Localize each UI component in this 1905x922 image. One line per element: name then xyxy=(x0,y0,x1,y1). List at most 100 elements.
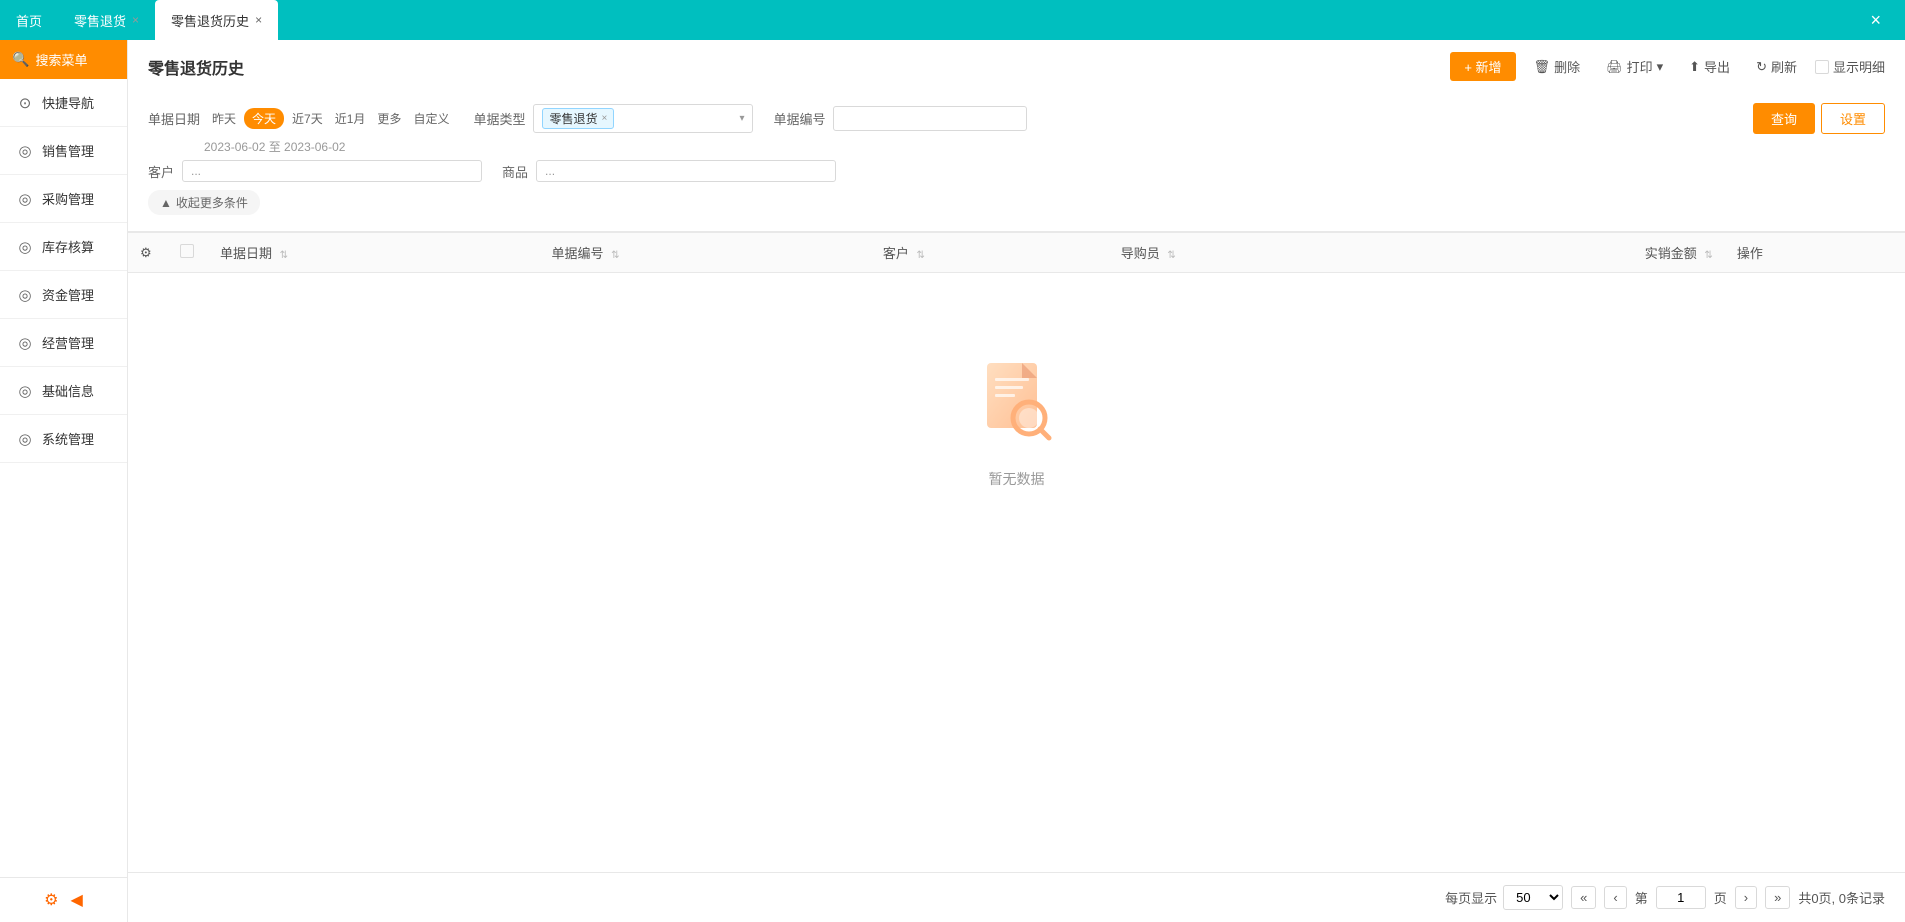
voucher-no-filter: 单据编号 xyxy=(773,106,1027,131)
print-button[interactable]: 🖨 打印 ▾ xyxy=(1598,53,1671,80)
voucher-no-input[interactable] xyxy=(833,106,1027,131)
system-icon: ◎ xyxy=(16,430,34,448)
page-size-selector: 每页显示 50 10 20 100 xyxy=(1445,885,1563,910)
customer-placeholder: ... xyxy=(191,164,201,178)
voucher-no-label: 单据编号 xyxy=(773,109,825,128)
sidebar-bottom: ⚙ ◀ xyxy=(0,877,127,922)
date-filter-label: 单据日期 xyxy=(148,109,200,128)
voucher-type-filter: 单据类型 零售退货 × ▾ xyxy=(473,104,753,133)
th-action: 操作 xyxy=(1725,233,1905,273)
goods-placeholder: ... xyxy=(545,164,555,178)
sidebar-item-label: 库存核算 xyxy=(42,237,94,256)
tab-retail-return[interactable]: 零售退货 × xyxy=(58,0,155,40)
collapse-label: 收起更多条件 xyxy=(176,194,248,211)
th-no: 单据编号 ⇅ xyxy=(539,233,870,273)
sidebar-item-finance[interactable]: ◎ 资金管理 xyxy=(0,271,127,319)
sidebar-item-label: 经营管理 xyxy=(42,333,94,352)
sidebar-item-label: 采购管理 xyxy=(42,189,94,208)
sidebar-item-inventory[interactable]: ◎ 库存核算 xyxy=(0,223,127,271)
tab-retail-return-close[interactable]: × xyxy=(132,13,139,27)
sidebar-item-purchase[interactable]: ◎ 采购管理 xyxy=(0,175,127,223)
sidebar-item-sales[interactable]: ◎ 销售管理 xyxy=(0,127,127,175)
settings-icon[interactable]: ⚙ xyxy=(44,890,58,910)
select-all-checkbox[interactable] xyxy=(180,244,194,258)
sort-date-icon[interactable]: ⇅ xyxy=(280,250,288,261)
date-opt-custom[interactable]: 自定义 xyxy=(409,108,453,129)
tab-home[interactable]: 首页 xyxy=(0,0,58,40)
date-opt-more[interactable]: 更多 xyxy=(373,108,405,129)
page-number-input[interactable] xyxy=(1656,886,1706,909)
sidebar-item-label: 快捷导航 xyxy=(42,93,94,112)
empty-illustration xyxy=(967,353,1067,453)
topbar: 首页 零售退货 × 零售退货历史 × × xyxy=(0,0,1905,40)
date-opt-today[interactable]: 今天 xyxy=(244,108,284,129)
th-guide: 导购员 ⇅ xyxy=(1109,233,1394,273)
display-detail-label: 显示明细 xyxy=(1833,57,1885,76)
next-page-button[interactable]: › xyxy=(1735,886,1757,909)
purchase-icon: ◎ xyxy=(16,190,34,208)
filter-row-2: 客户 ... 商品 ... xyxy=(148,160,1885,182)
sidebar-item-quick-nav[interactable]: ⊙ 快捷导航 xyxy=(0,79,127,127)
window-close-button[interactable]: × xyxy=(1862,6,1889,35)
tab-retail-return-history[interactable]: 零售退货历史 × xyxy=(155,0,278,40)
refresh-button[interactable]: ↻ 刷新 xyxy=(1748,53,1805,80)
export-icon: ⬆ xyxy=(1689,59,1700,75)
date-opt-yesterday[interactable]: 昨天 xyxy=(208,108,240,129)
sidebar-item-system[interactable]: ◎ 系统管理 xyxy=(0,415,127,463)
refresh-icon: ↻ xyxy=(1756,59,1767,75)
sidebar-item-operations[interactable]: ◎ 经营管理 xyxy=(0,319,127,367)
sidebar-search[interactable]: 🔍 搜索菜单 xyxy=(0,40,127,79)
topbar-right: × xyxy=(1862,6,1905,35)
th-checkbox xyxy=(168,233,208,273)
query-button[interactable]: 查询 xyxy=(1753,103,1815,134)
table-area: ⚙ 单据日期 ⇅ 单据编号 ⇅ xyxy=(128,232,1905,872)
voucher-type-tag-close[interactable]: × xyxy=(601,113,607,124)
date-opt-7days[interactable]: 近7天 xyxy=(288,108,327,129)
table-header-row: ⚙ 单据日期 ⇅ 单据编号 ⇅ xyxy=(128,233,1905,273)
empty-state: 暂无数据 xyxy=(128,273,1905,569)
export-button[interactable]: ⬆ 导出 xyxy=(1681,53,1738,80)
date-options: 昨天 今天 近7天 近1月 更多 自定义 xyxy=(208,108,453,129)
empty-text: 暂无数据 xyxy=(989,469,1045,489)
action-buttons: 查询 设置 xyxy=(1753,103,1885,134)
tab-retail-return-history-close[interactable]: × xyxy=(255,13,262,27)
new-button[interactable]: + 新增 xyxy=(1450,52,1515,81)
prev-page-button[interactable]: ‹ xyxy=(1604,886,1626,909)
sort-guide-icon[interactable]: ⇅ xyxy=(1167,250,1175,261)
collapse-icon[interactable]: ◀ xyxy=(71,890,83,910)
collapse-button[interactable]: ▲ 收起更多条件 xyxy=(148,190,260,215)
th-date: 单据日期 ⇅ xyxy=(208,233,539,273)
sort-customer-icon[interactable]: ⇅ xyxy=(917,250,925,261)
first-page-button[interactable]: « xyxy=(1571,886,1596,909)
customer-select[interactable]: ... xyxy=(182,160,482,182)
sidebar: 🔍 搜索菜单 ⊙ 快捷导航 ◎ 销售管理 ◎ 采购管理 ◎ 库存核算 ◎ 资金管 xyxy=(0,40,128,922)
total-records-label: 共0页, 0条记录 xyxy=(1798,888,1885,907)
sort-no-icon[interactable]: ⇅ xyxy=(611,250,619,261)
inventory-icon: ◎ xyxy=(16,238,34,256)
sort-amount-icon[interactable]: ⇅ xyxy=(1704,250,1712,261)
setting-button[interactable]: 设置 xyxy=(1821,103,1885,134)
page-title: 零售退货历史 xyxy=(148,55,244,79)
finance-icon: ◎ xyxy=(16,286,34,304)
page-header: 零售退货历史 + 新增 🗑 删除 🖨 打印 ▾ ⬆ 导出 xyxy=(128,40,1905,232)
date-filter: 单据日期 昨天 今天 近7天 近1月 更多 自定义 xyxy=(148,108,453,129)
last-page-button[interactable]: » xyxy=(1765,886,1790,909)
basic-info-icon: ◎ xyxy=(16,382,34,400)
voucher-type-select[interactable]: 零售退货 × ▾ xyxy=(533,104,753,133)
display-detail-toggle[interactable]: 显示明细 xyxy=(1815,57,1885,76)
voucher-type-label: 单据类型 xyxy=(473,109,525,128)
delete-button[interactable]: 🗑 删除 xyxy=(1526,53,1589,80)
sidebar-item-label: 系统管理 xyxy=(42,429,94,448)
table-settings-icon[interactable]: ⚙ xyxy=(140,245,152,260)
main-layout: 🔍 搜索菜单 ⊙ 快捷导航 ◎ 销售管理 ◎ 采购管理 ◎ 库存核算 ◎ 资金管 xyxy=(0,40,1905,922)
sidebar-item-label: 基础信息 xyxy=(42,381,94,400)
print-icon: 🖨 xyxy=(1606,59,1623,75)
display-detail-checkbox[interactable] xyxy=(1815,60,1829,74)
sidebar-item-basic-info[interactable]: ◎ 基础信息 xyxy=(0,367,127,415)
sidebar-nav: ⊙ 快捷导航 ◎ 销售管理 ◎ 采购管理 ◎ 库存核算 ◎ 资金管理 ◎ 经营管… xyxy=(0,79,127,877)
tab-retail-return-label: 零售退货 xyxy=(74,11,126,30)
page-title-bar: 零售退货历史 + 新增 🗑 删除 🖨 打印 ▾ ⬆ 导出 xyxy=(148,52,1885,81)
goods-select[interactable]: ... xyxy=(536,160,836,182)
per-page-select[interactable]: 50 10 20 100 xyxy=(1503,885,1563,910)
date-opt-1month[interactable]: 近1月 xyxy=(331,108,370,129)
